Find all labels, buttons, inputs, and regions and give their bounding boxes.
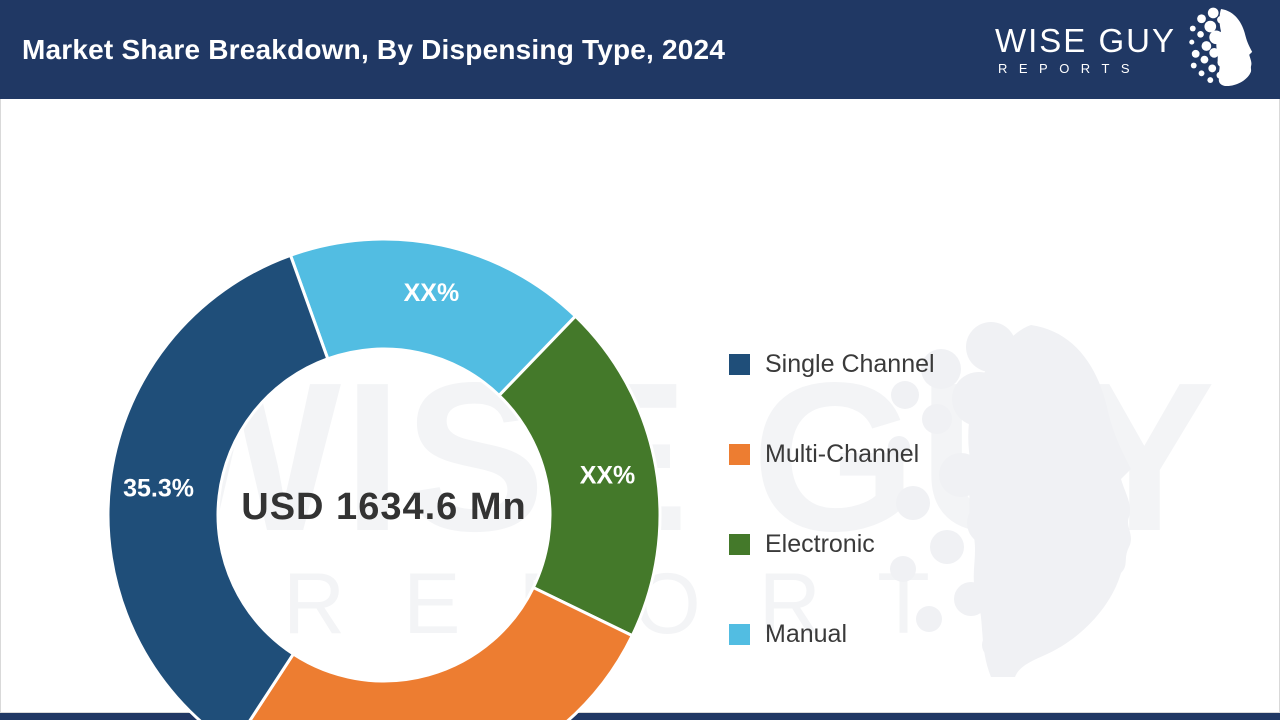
legend-swatch-electronic <box>729 533 750 555</box>
logo-text: WISE GUY REPORTS <box>995 24 1176 75</box>
legend-swatch-multi-channel <box>729 443 750 465</box>
legend-label: Electronic <box>765 529 875 558</box>
legend: Single Channel Multi-Channel Electronic … <box>729 349 935 709</box>
legend-item-manual[interactable]: Manual <box>729 619 935 649</box>
segment-value-label: XX% <box>404 279 460 307</box>
legend-item-multi-channel[interactable]: Multi-Channel <box>729 439 935 469</box>
segment-value-label: XX% <box>580 461 636 489</box>
report-page: Market Share Breakdown, By Dispensing Ty… <box>0 0 1280 720</box>
legend-label: Manual <box>765 619 847 648</box>
logo-wordmark: WISE GUY <box>994 22 1176 59</box>
legend-item-electronic[interactable]: Electronic <box>729 529 935 559</box>
chart-center-label: USD 1634.6 Mn <box>241 486 527 528</box>
legend-swatch-manual <box>729 623 750 645</box>
legend-label: Single Channel <box>765 349 935 378</box>
page-title: Market Share Breakdown, By Dispensing Ty… <box>22 33 726 65</box>
donut-chart: XX%XX%XX%35.3% <box>106 237 662 720</box>
logo: WISE GUY REPORTS <box>995 5 1258 94</box>
legend-item-single-channel[interactable]: Single Channel <box>729 349 935 379</box>
header-bar: Market Share Breakdown, By Dispensing Ty… <box>0 0 1280 99</box>
logo-subtitle: REPORTS <box>997 61 1142 76</box>
legend-swatch-single-channel <box>729 353 750 375</box>
chart-area: WISE GUY REPORTS XX% XX% 35.3% USD 1634.… <box>0 99 1280 720</box>
legend-label: Multi-Channel <box>765 439 920 468</box>
logo-face-icon <box>1184 5 1258 94</box>
